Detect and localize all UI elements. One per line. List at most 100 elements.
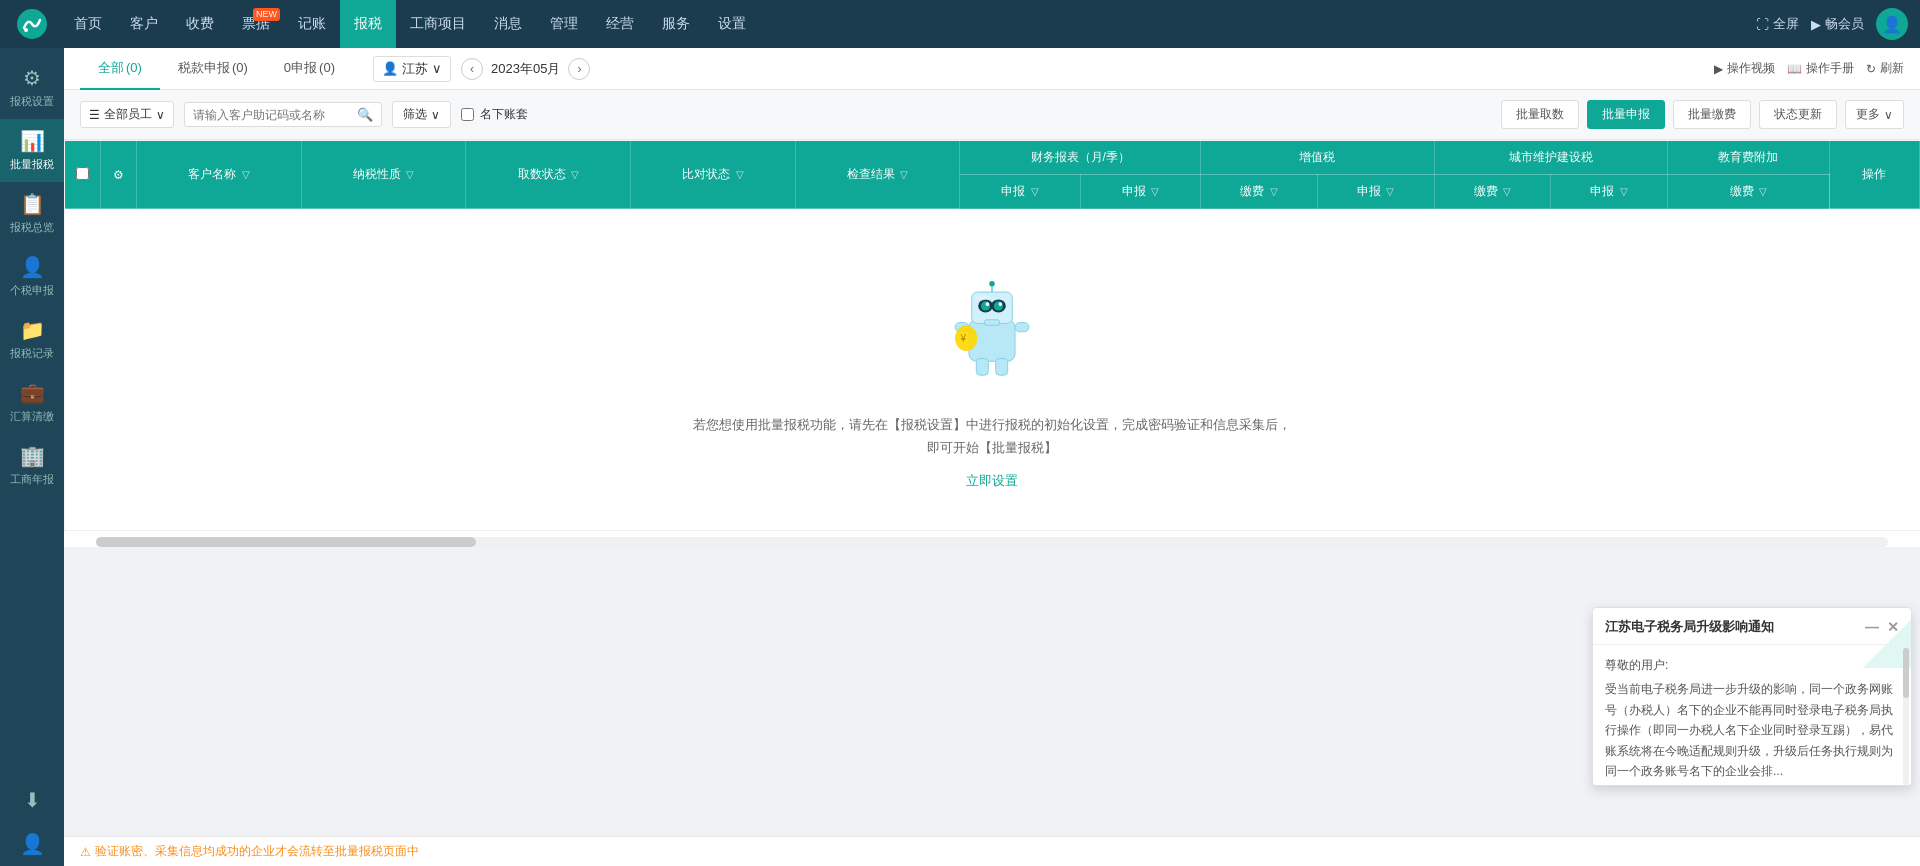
setup-link[interactable]: 立即设置 (966, 472, 1018, 490)
refresh-btn[interactable]: ↻ 刷新 (1866, 60, 1904, 77)
compare-status-filter-icon[interactable]: ▽ (736, 169, 744, 180)
fetch-status-filter-icon[interactable]: ▽ (571, 169, 579, 180)
nav-items: 首页 客户 收费 票据 NEW 记账 报税 工商项目 消息 管理 经营 服务 设… (60, 0, 1756, 48)
manual-icon: 📖 (1787, 62, 1802, 76)
svg-point-11 (989, 281, 995, 287)
province-dropdown-icon: ∨ (432, 61, 442, 76)
tab-all[interactable]: 全部 ( 0 ) (80, 48, 160, 90)
new-badge: NEW (253, 8, 280, 21)
tax-type-filter-icon[interactable]: ▽ (406, 169, 414, 180)
more-dropdown-icon: ∨ (1884, 108, 1893, 122)
th-tax-type: 纳税性质 ▽ (301, 141, 466, 209)
sidebar-item-tax-settings[interactable]: ⚙ 报税设置 (0, 56, 64, 119)
nav-business[interactable]: 工商项目 (396, 0, 480, 48)
city-pay-filter-icon[interactable]: ▽ (1503, 186, 1511, 197)
th-edu-pay: 缴费 ▽ (1667, 175, 1829, 209)
nav-invoice[interactable]: 票据 NEW (228, 0, 284, 48)
svg-point-7 (994, 301, 1003, 310)
search-input[interactable] (193, 108, 353, 122)
nav-customer[interactable]: 客户 (116, 0, 172, 48)
nav-bookkeeping[interactable]: 记账 (284, 0, 340, 48)
tab-zero-declare[interactable]: 0申报 ( 0 ) (266, 48, 353, 90)
more-button[interactable]: 更多 ∨ (1845, 100, 1904, 129)
city-declare-filter-icon[interactable]: ▽ (1386, 186, 1394, 197)
member-button[interactable]: ▶ 畅会员 (1811, 15, 1864, 33)
annual-settlement-icon: 💼 (20, 381, 45, 405)
sidebar-item-batch-tax[interactable]: 📊 批量报税 (0, 119, 64, 182)
nav-right: ⛶ 全屏 ▶ 畅会员 👤 (1756, 8, 1908, 40)
nav-fee[interactable]: 收费 (172, 0, 228, 48)
svg-point-6 (981, 301, 990, 310)
sidebar-item-user[interactable]: 👤 (0, 822, 64, 866)
search-icon[interactable]: 🔍 (357, 107, 373, 122)
avatar[interactable]: 👤 (1876, 8, 1908, 40)
logo[interactable] (12, 4, 52, 44)
employee-select[interactable]: ☰ 全部员工 ∨ (80, 101, 174, 128)
nav-operation[interactable]: 经营 (592, 0, 648, 48)
status-bar: ⚠ 验证账密、采集信息均成功的企业才会流转至批量报税页面中 (64, 836, 1920, 866)
th-operation: 操作 (1829, 141, 1919, 209)
th-check[interactable] (65, 141, 101, 209)
th-financial-report: 财务报表（月/季） (960, 141, 1201, 175)
vat-declare-filter-icon[interactable]: ▽ (1151, 186, 1159, 197)
th-fetch-status: 取数状态 ▽ (466, 141, 631, 209)
th-customer-name: 客户名称 ▽ (137, 141, 302, 209)
th-city-tax: 城市维护建设税 (1434, 141, 1667, 175)
status-update-button[interactable]: 状态更新 (1759, 100, 1837, 129)
sidebar-item-annual-settlement[interactable]: 💼 汇算清缴 (0, 371, 64, 434)
scrollbar-thumb[interactable] (96, 537, 476, 547)
prev-month-btn[interactable]: ‹ (461, 58, 483, 80)
province-selector[interactable]: 👤 江苏 ∨ (373, 56, 451, 82)
notification-scrollbar-thumb[interactable] (1903, 648, 1909, 698)
operation-video-btn[interactable]: ▶ 操作视频 (1714, 60, 1775, 77)
nav-service[interactable]: 服务 (648, 0, 704, 48)
tax-record-icon: 📁 (20, 318, 45, 342)
sidebar-item-annual-report[interactable]: 🏢 工商年报 (0, 434, 64, 497)
sub-account-checkbox-area[interactable]: 名下账套 (461, 106, 528, 123)
check-result-filter-icon[interactable]: ▽ (900, 169, 908, 180)
nav-settings[interactable]: 设置 (704, 0, 760, 48)
data-table: ⚙ 客户名称 ▽ 纳税性质 ▽ 取数状态 ▽ 比对状态 ▽ 检查结果 ▽ (64, 140, 1920, 530)
sidebar-item-download[interactable]: ⬇ (0, 778, 64, 822)
sidebar-item-personal-tax[interactable]: 👤 个税申报 (0, 245, 64, 308)
horizontal-scrollbar[interactable] (96, 537, 1888, 547)
dropdown-icon: ∨ (156, 108, 165, 122)
batch-pay-button[interactable]: 批量缴费 (1673, 100, 1751, 129)
filter-button[interactable]: 筛选 ∨ (392, 101, 451, 128)
notification-scrollbar[interactable] (1903, 648, 1909, 785)
fullscreen-button[interactable]: ⛶ 全屏 (1756, 15, 1799, 33)
operation-manual-btn[interactable]: 📖 操作手册 (1787, 60, 1854, 77)
empty-state: ¥ 若您想使用批量报税功能，请先在【报税设置】中进行报税的初始化设置，完成密码验… (65, 209, 1920, 530)
next-month-btn[interactable]: › (568, 58, 590, 80)
nav-management[interactable]: 管理 (536, 0, 592, 48)
batch-fetch-button[interactable]: 批量取数 (1501, 100, 1579, 129)
sidebar-item-tax-record[interactable]: 📁 报税记录 (0, 308, 64, 371)
th-edu-declare: 申报 ▽ (1551, 175, 1668, 209)
vat-pay-filter-icon[interactable]: ▽ (1270, 186, 1278, 197)
member-icon: ▶ (1811, 17, 1821, 32)
sidebar: ⚙ 报税设置 📊 批量报税 📋 报税总览 👤 个税申报 📁 报税记录 💼 汇算清… (0, 48, 64, 866)
employee-icon: ☰ (89, 108, 100, 122)
nav-tax[interactable]: 报税 (340, 0, 396, 48)
sidebar-item-tax-overview[interactable]: 📋 报税总览 (0, 182, 64, 245)
batch-declare-button[interactable]: 批量申报 (1587, 100, 1665, 129)
th-gear[interactable]: ⚙ (101, 141, 137, 209)
download-icon: ⬇ (24, 788, 41, 812)
select-all-checkbox[interactable] (76, 167, 89, 180)
svg-point-9 (998, 302, 1002, 306)
filter-dropdown-icon: ∨ (431, 108, 440, 122)
sub-account-checkbox[interactable] (461, 108, 474, 121)
edu-declare-filter-icon[interactable]: ▽ (1620, 186, 1628, 197)
customer-filter-icon[interactable]: ▽ (242, 169, 250, 180)
notif-corner-decoration (1851, 608, 1911, 668)
fin-declare-filter-icon[interactable]: ▽ (1031, 186, 1039, 197)
tab-tax-declare[interactable]: 税款申报 ( 0 ) (160, 48, 266, 90)
nav-message[interactable]: 消息 (480, 0, 536, 48)
nav-home[interactable]: 首页 (60, 0, 116, 48)
robot-illustration: ¥ (932, 269, 1052, 389)
refresh-icon: ↻ (1866, 62, 1876, 76)
fullscreen-icon: ⛶ (1756, 17, 1769, 32)
edu-pay-filter-icon[interactable]: ▽ (1759, 186, 1767, 197)
th-fin-declare: 申报 ▽ (960, 175, 1080, 209)
svg-rect-12 (985, 320, 1000, 326)
